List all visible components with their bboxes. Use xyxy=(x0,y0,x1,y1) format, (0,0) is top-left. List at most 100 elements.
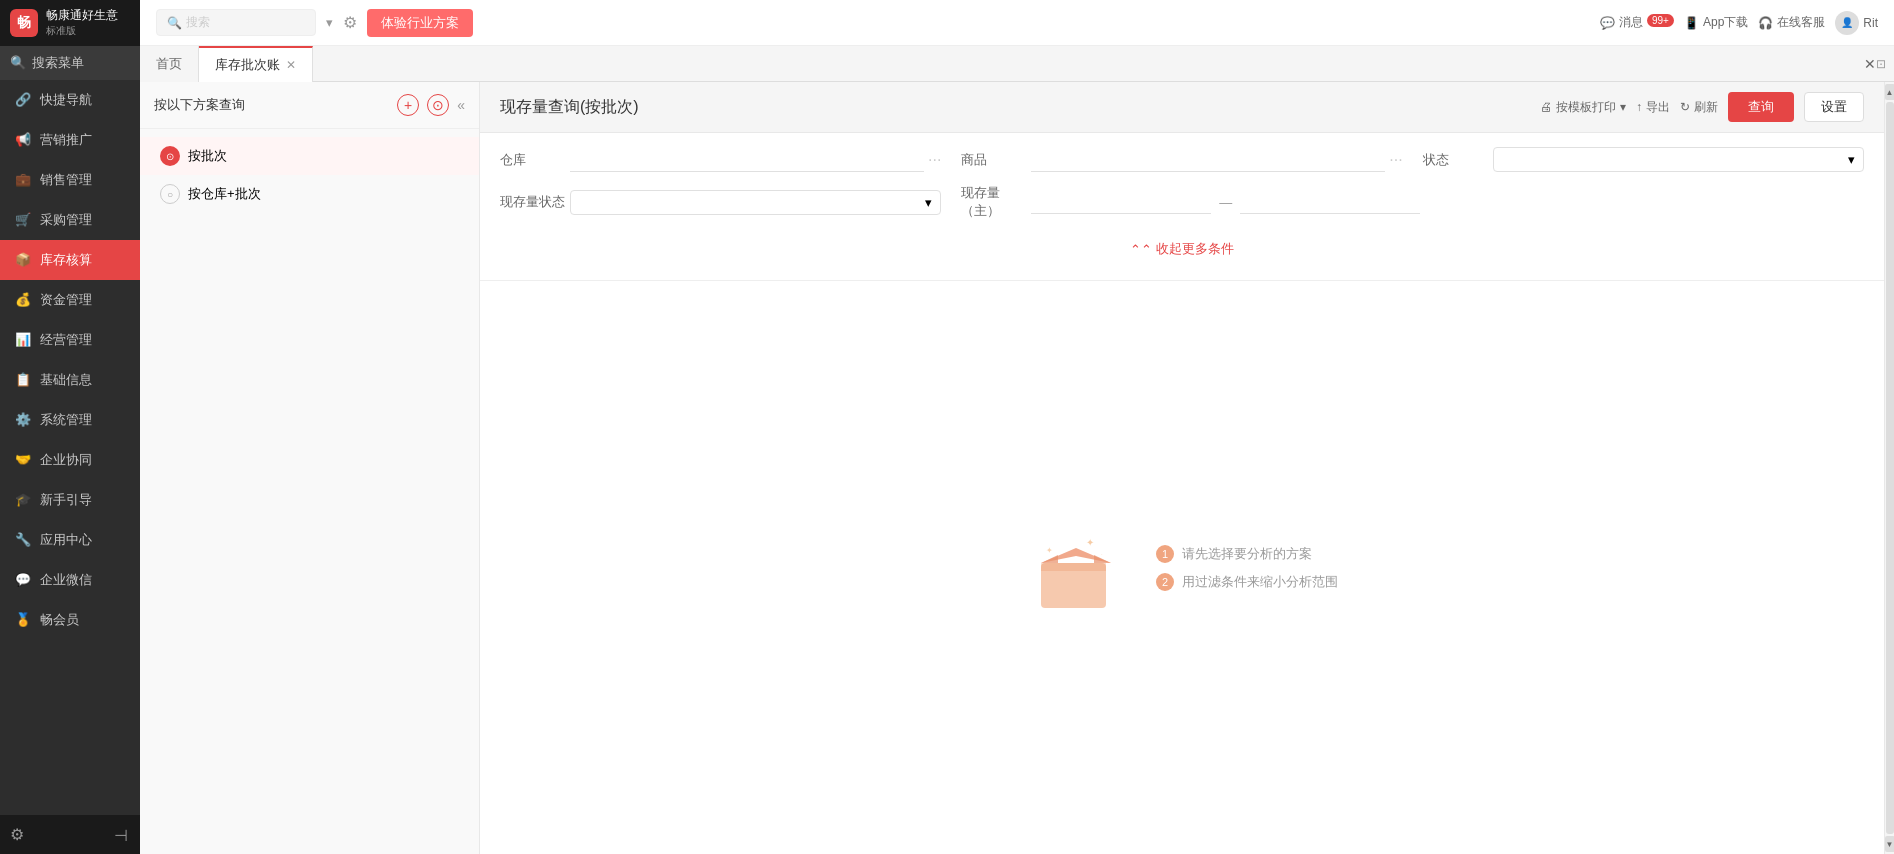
scroll-track: ▲ ▼ xyxy=(1884,82,1894,854)
tip1-text: 请先选择要分析的方案 xyxy=(1182,545,1312,563)
sidebar-item-sales[interactable]: 💼 销售管理 xyxy=(0,160,140,200)
setting-button[interactable]: 设置 xyxy=(1804,92,1864,122)
sidebar-item-member[interactable]: 🏅 畅会员 xyxy=(0,600,140,640)
scroll-thumb[interactable] xyxy=(1886,102,1894,834)
tab-inventory-batch[interactable]: 库存批次账 ✕ xyxy=(199,46,313,82)
sidebar-item-enterprise[interactable]: 🤝 企业协同 xyxy=(0,440,140,480)
stock-qty-from-input[interactable] xyxy=(1031,190,1211,214)
sidebar-item-purchase[interactable]: 🛒 采购管理 xyxy=(0,200,140,240)
search-label: 搜索菜单 xyxy=(32,54,84,72)
message-badge: 99+ xyxy=(1647,14,1674,27)
filter-row-1: 仓库 ··· 商品 ··· 状态 ▾ xyxy=(500,147,1864,172)
messages-button[interactable]: 💬 消息 99+ xyxy=(1600,14,1674,31)
app-edition: 标准版 xyxy=(46,24,118,38)
warehouse-batch-icon: ○ xyxy=(167,189,173,200)
dash-separator: — xyxy=(1219,195,1232,210)
stock-status-label: 现存量状态 xyxy=(500,193,570,211)
refresh-icon: ↻ xyxy=(1680,100,1690,114)
sidebar-item-label: 销售管理 xyxy=(40,171,92,189)
scroll-up-btn[interactable]: ▲ xyxy=(1885,84,1895,100)
print-button[interactable]: 🖨 按模板打印 ▾ xyxy=(1540,99,1626,116)
sidebar: 畅 畅康通好生意 标准版 🔍 搜索菜单 🔗 快捷导航 📢 营销推广 💼 销售管理… xyxy=(0,0,140,854)
tab-home[interactable]: 首页 xyxy=(140,46,199,82)
schema-item-batch[interactable]: ⊙ 按批次 xyxy=(140,137,479,175)
sidebar-item-appcenter[interactable]: 🔧 应用中心 xyxy=(0,520,140,560)
product-input[interactable] xyxy=(1031,148,1385,172)
sidebar-item-system[interactable]: ⚙️ 系统管理 xyxy=(0,400,140,440)
tabs-bar: 首页 库存批次账 ✕ ✕ ⊡ xyxy=(140,46,1894,82)
purchase-icon: 🛒 xyxy=(14,211,32,229)
online-service-button[interactable]: 🎧 在线客服 xyxy=(1758,14,1825,31)
experience-industry-button[interactable]: 体验行业方案 xyxy=(367,9,473,37)
content-area: 按以下方案查询 + ⊙ « ⊙ xyxy=(140,82,1894,854)
refresh-button[interactable]: ↻ 刷新 xyxy=(1680,99,1718,116)
page-header: 现存量查询(按批次) 🖨 按模板打印 ▾ ↑ 导出 ↻ 刷新 xyxy=(480,82,1884,133)
search-icon: 🔍 xyxy=(10,55,26,70)
sidebar-item-basic[interactable]: 📋 基础信息 xyxy=(0,360,140,400)
sidebar-bottom: ⚙ ⊣ xyxy=(0,815,140,854)
chevron-down-icon: ▾ xyxy=(1848,152,1855,167)
collapse-more-btn[interactable]: ⌃⌃ 收起更多条件 xyxy=(500,232,1864,266)
gear-icon[interactable]: ⚙ xyxy=(343,13,357,32)
page-actions: 🖨 按模板打印 ▾ ↑ 导出 ↻ 刷新 查询 设置 xyxy=(1540,92,1864,122)
sidebar-item-marketing[interactable]: 📢 营销推广 xyxy=(0,120,140,160)
plus-icon: + xyxy=(404,97,412,113)
enterprise-icon: 🤝 xyxy=(14,451,32,469)
empty-illustration: ✦ ✦ · xyxy=(1026,518,1126,618)
search-placeholder: 搜索 xyxy=(186,14,210,31)
svg-marker-2 xyxy=(1041,555,1058,563)
settings-icon[interactable]: ⚙ xyxy=(10,825,24,844)
app-download-button[interactable]: 📱 App下载 xyxy=(1684,14,1748,31)
tab-home-label: 首页 xyxy=(156,55,182,73)
stock-status-select[interactable]: ▾ xyxy=(570,190,941,215)
scroll-down-btn[interactable]: ▼ xyxy=(1885,836,1895,852)
basic-icon: 📋 xyxy=(14,371,32,389)
schema-item-warehouse-batch[interactable]: ○ 按仓库+批次 xyxy=(140,175,479,213)
warehouse-filter: 仓库 ··· xyxy=(500,148,941,172)
user-avatar[interactable]: 👤 Rit xyxy=(1835,11,1878,35)
tip2-text: 用过滤条件来缩小分析范围 xyxy=(1182,573,1338,591)
chevron-down-icon[interactable]: ▾ xyxy=(326,15,333,30)
collapse-panel-button[interactable]: « xyxy=(457,97,465,113)
chevron-down-icon: ▾ xyxy=(925,195,932,210)
search-input-area[interactable]: 🔍 搜索 xyxy=(156,9,316,36)
tab-close-icon[interactable]: ✕ xyxy=(286,58,296,72)
query-button[interactable]: 查询 xyxy=(1728,92,1794,122)
sidebar-search[interactable]: 🔍 搜索菜单 xyxy=(0,46,140,80)
appcenter-icon: 🔧 xyxy=(14,531,32,549)
add-schema-button[interactable]: + xyxy=(397,94,419,116)
empty-tip-2: 2 用过滤条件来缩小分析范围 xyxy=(1156,573,1338,591)
stock-status-filter: 现存量状态 ▾ xyxy=(500,190,941,215)
warehouse-more-icon[interactable]: ··· xyxy=(928,151,941,169)
sidebar-item-newbie[interactable]: 🎓 新手引导 xyxy=(0,480,140,520)
product-more-icon[interactable]: ··· xyxy=(1389,151,1402,169)
stock-qty-to-input[interactable] xyxy=(1240,190,1420,214)
refresh-label: 刷新 xyxy=(1694,99,1718,116)
sidebar-item-wechat[interactable]: 💬 企业微信 xyxy=(0,560,140,600)
warehouse-input[interactable] xyxy=(570,148,924,172)
tip2-number: 2 xyxy=(1156,573,1174,591)
sidebar-item-label: 快捷导航 xyxy=(40,91,92,109)
svg-rect-4 xyxy=(1041,563,1106,571)
schema-settings-button[interactable]: ⊙ xyxy=(427,94,449,116)
sidebar-item-finance[interactable]: 💰 资金管理 xyxy=(0,280,140,320)
sales-icon: 💼 xyxy=(14,171,32,189)
sidebar-item-shortcut[interactable]: 🔗 快捷导航 xyxy=(0,80,140,120)
print-icon: 🖨 xyxy=(1540,100,1552,114)
sidebar-item-label: 营销推广 xyxy=(40,131,92,149)
search-icon: 🔍 xyxy=(167,16,182,30)
sidebar-scroll-up[interactable]: ⊣ xyxy=(112,826,130,844)
app-download-label: App下载 xyxy=(1703,14,1748,31)
tab-active-label: 库存批次账 xyxy=(215,56,280,74)
status-select[interactable]: ▾ xyxy=(1493,147,1864,172)
app-logo: 畅 xyxy=(10,9,38,37)
product-filter: 商品 ··· xyxy=(961,148,1402,172)
sidebar-item-operations[interactable]: 📊 经营管理 xyxy=(0,320,140,360)
export-button[interactable]: ↑ 导出 xyxy=(1636,99,1670,116)
main-close-button[interactable]: ✕ xyxy=(1864,56,1876,72)
tip1-number: 1 xyxy=(1156,545,1174,563)
message-icon: 💬 xyxy=(1600,16,1615,30)
sidebar-item-inventory[interactable]: 📦 库存核算 xyxy=(0,240,140,280)
sidebar-header: 畅 畅康通好生意 标准版 xyxy=(0,0,140,46)
resize-icon[interactable]: ⊡ xyxy=(1876,57,1886,71)
